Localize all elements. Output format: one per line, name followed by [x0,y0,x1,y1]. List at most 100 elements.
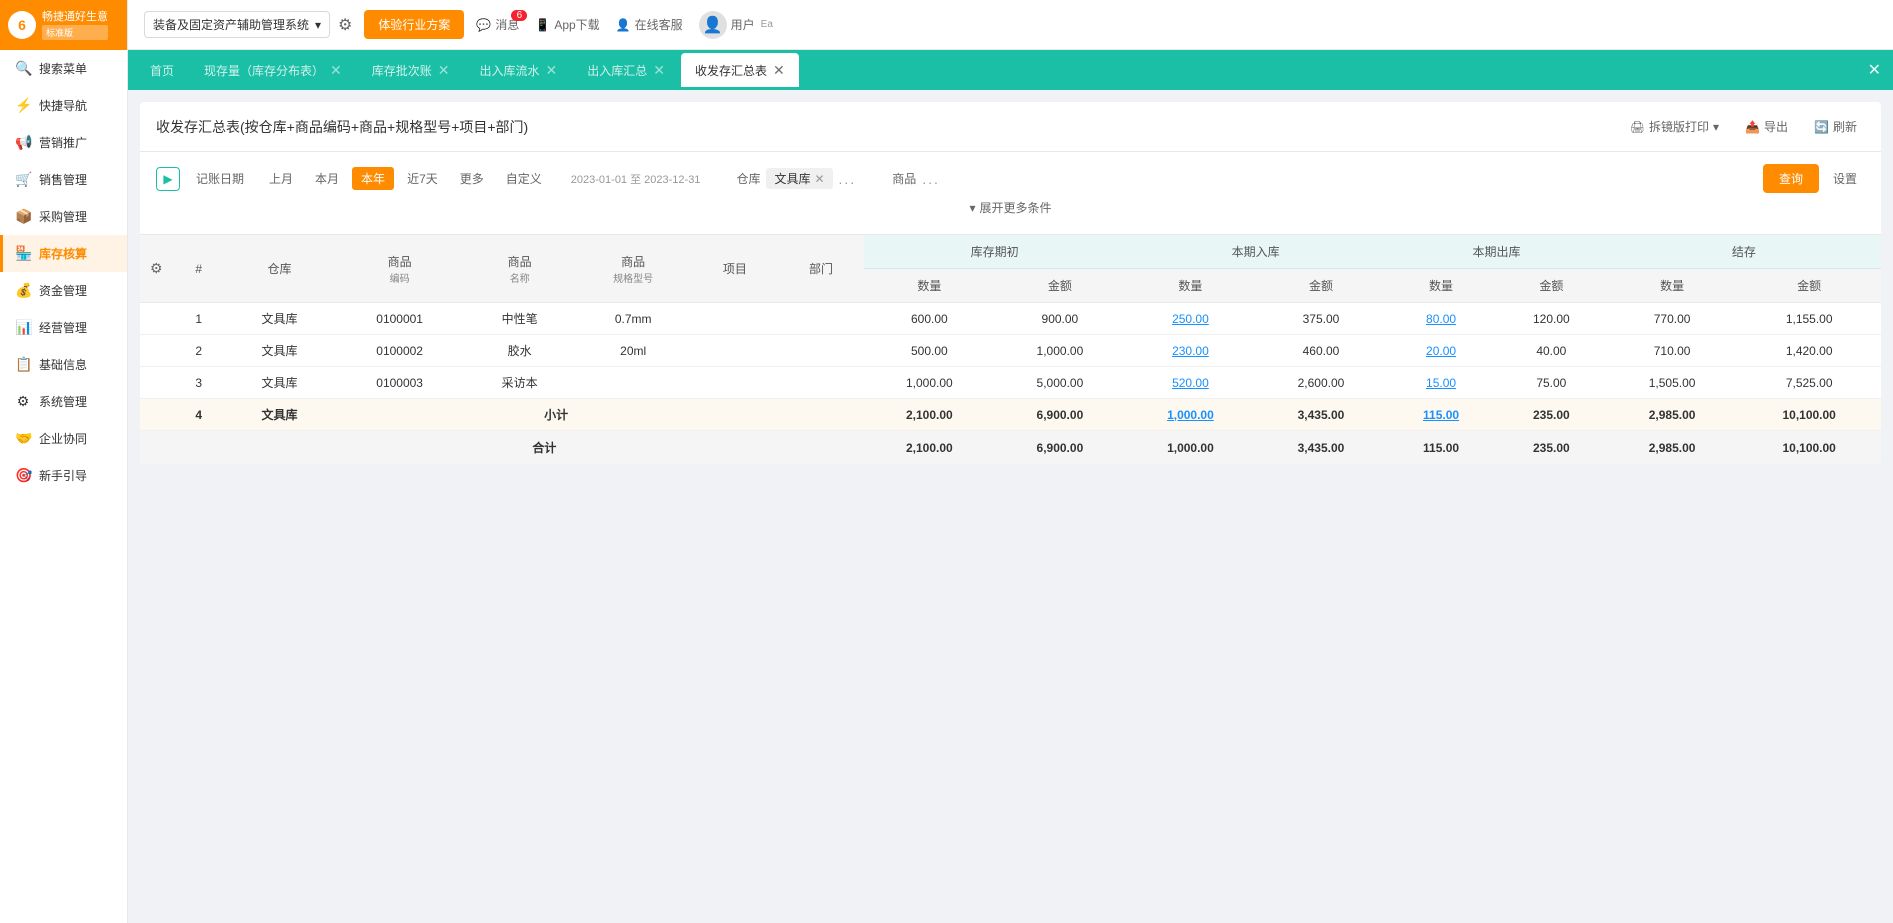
sidebar-item-enterprise[interactable]: 🤝企业协同 [0,420,127,457]
try-solution-button[interactable]: 体验行业方案 [364,10,464,39]
cell-in-qty[interactable]: 520.00 [1125,367,1256,399]
th-warehouse: 仓库 [225,235,335,303]
cell-in-qty[interactable]: 230.00 [1125,335,1256,367]
online-service-item[interactable]: 👤 在线客服 [616,16,683,33]
filter-row-1: ▶ 记账日期 上月 本月 本年 近7天 更多 自定义 2023-01-01 至 … [156,164,1865,193]
subtotal-open-amt: 6,900.00 [995,399,1126,431]
tab-close-stock-dist[interactable]: ✕ [330,63,342,77]
export-button[interactable]: 📤 导出 [1737,114,1796,139]
query-button[interactable]: 查询 [1763,164,1819,193]
cell-open-amt: 900.00 [995,303,1126,335]
online-service-label: 在线客服 [635,16,683,33]
warehouse-more-btn[interactable]: ... [839,171,857,187]
cell-out-amt: 75.00 [1496,367,1607,399]
subtotal-label: 小计 [334,399,778,431]
cell-project [692,303,778,335]
tab-inout-flow[interactable]: 出入库流水✕ [466,53,572,87]
tab-label-home: 首页 [150,62,174,79]
sidebar-item-purchase[interactable]: 📦采购管理 [0,198,127,235]
total-spacer: 合计 [225,431,864,465]
date-btn-last-month[interactable]: 上月 [260,167,302,190]
subtotal-in-qty[interactable]: 1,000.00 [1125,399,1256,431]
sidebar-icon-guide: 🎯 [15,467,31,484]
print-button[interactable]: 🖨 拆镜版打印 ▾ [1622,114,1727,139]
tab-label-recv-send-summary: 收发存汇总表 [695,62,767,79]
goods-filter: 商品 ... [892,170,940,187]
system-selector[interactable]: 装备及固定资产辅助管理系统 ▾ [144,11,330,38]
th-goods-spec: 商品规格型号 [574,235,691,303]
tab-home[interactable]: 首页 [136,53,188,87]
app-download-item[interactable]: 📱 App下载 [535,16,599,33]
sidebar-item-search[interactable]: 🔍搜索菜单 [0,50,127,87]
th-inbound-group: 本期入库 [1125,235,1386,269]
sidebar-icon-quick-nav: ⚡ [15,97,31,114]
sidebar-item-sales[interactable]: 🛒销售管理 [0,161,127,198]
tab-stock-dist[interactable]: 现存量（库存分布表） ✕ [190,53,356,87]
sidebar-label-marketing: 营销推广 [39,134,87,151]
date-btn-custom[interactable]: 自定义 [497,167,551,190]
sidebar-item-guide[interactable]: 🎯新手引导 [0,457,127,494]
cell-goods-spec: 0.7mm [574,303,691,335]
tab-recv-send-summary[interactable]: 收发存汇总表 ✕ [681,53,799,87]
subtotal-dept [778,399,864,431]
sidebar-logo: 6 畅捷通好生意 标准版 [0,0,127,50]
sidebar-item-quick-nav[interactable]: ⚡快捷导航 [0,87,127,124]
warehouse-tag-close[interactable]: ✕ [814,172,824,186]
th-balance-group: 结存 [1607,235,1881,269]
sidebar-label-enterprise: 企业协同 [39,430,87,447]
cell-out-qty[interactable]: 15.00 [1386,367,1496,399]
main-area: 装备及固定资产辅助管理系统 ▾ ⚙ 体验行业方案 💬 消息 6 📱 App下载 … [128,0,1893,923]
filter-toggle-button[interactable]: ▶ [156,167,180,191]
cell-bal-amt: 1,155.00 [1737,303,1881,335]
tab-batch[interactable]: 库存批次账✕ [358,53,464,87]
tab-inout-summary[interactable]: 出入库汇总 ✕ [573,53,679,87]
refresh-button[interactable]: 🔄 刷新 [1806,114,1865,139]
sidebar-icon-inventory: 🏪 [15,245,31,262]
sidebar-icon-operations: 📊 [15,319,31,336]
sidebar: 6 畅捷通好生意 标准版 🔍搜索菜单⚡快捷导航 📢 营销推广 🛒销售管理📦采购管理🏪库… [0,0,128,923]
subtotal-out-qty[interactable]: 115.00 [1386,399,1496,431]
date-btn-this-year[interactable]: 本年 [352,167,394,190]
filter-settings-button[interactable]: 设置 [1825,166,1865,191]
cell-in-qty[interactable]: 250.00 [1125,303,1256,335]
sidebar-item-operations[interactable]: 📊经营管理 [0,309,127,346]
tab-label-inout-summary: 出入库汇总 [587,62,647,79]
cell-out-qty[interactable]: 20.00 [1386,335,1496,367]
tab-label-stock-dist: 现存量（库存分布表） [204,62,324,79]
messages-item[interactable]: 💬 消息 6 [476,16,519,33]
sidebar-item-system[interactable]: ⚙系统管理 [0,383,127,420]
date-btn-more[interactable]: 更多 [451,167,493,190]
tab-close-inout-summary[interactable]: ✕ [653,63,665,77]
sidebar-item-inventory[interactable]: 🏪库存核算 [0,235,127,272]
tab-close-recv-send-summary[interactable]: ✕ [773,63,785,77]
cell-gear [140,367,173,399]
sidebar-item-basic-info[interactable]: 📋基础信息 [0,346,127,383]
date-btn-this-month[interactable]: 本月 [306,167,348,190]
total-bal-amt: 10,100.00 [1737,431,1881,465]
system-name-label: 装备及固定资产辅助管理系统 [153,16,309,33]
close-all-tabs-icon[interactable]: ✕ [1864,56,1885,84]
cell-goods-code: 0100001 [334,303,465,335]
system-name-area: 装备及固定资产辅助管理系统 ▾ ⚙ [144,11,352,38]
goods-more-btn[interactable]: ... [922,171,940,187]
sidebar-item-finance[interactable]: 💰资金管理 [0,272,127,309]
sidebar-icon-marketing: 📢 [15,134,31,151]
user-item[interactable]: 👤 用户 Ea [699,11,773,39]
cell-dept [778,303,864,335]
subtotal-bal-amt: 10,100.00 [1737,399,1881,431]
tab-close-inout-flow[interactable]: ✕ [546,63,558,77]
cell-bal-qty: 770.00 [1607,303,1738,335]
cell-out-qty[interactable]: 80.00 [1386,303,1496,335]
sidebar-icon-finance: 💰 [15,282,31,299]
table-settings-icon[interactable]: ⚙ [150,260,163,276]
logo-text: 畅捷通好生意 标准版 [42,10,108,39]
settings-icon[interactable]: ⚙ [338,15,352,35]
sidebar-item-marketing[interactable]: 📢 营销推广 [0,124,127,161]
expand-conditions-button[interactable]: ▾ 展开更多条件 [969,199,1051,216]
cell-goods-name: 采访本 [465,367,575,399]
cell-in-amt: 2,600.00 [1256,367,1387,399]
date-btn-7days[interactable]: 近7天 [398,167,447,190]
tab-close-batch[interactable]: ✕ [438,63,450,77]
subtotal-no: 4 [173,399,225,431]
sidebar-icon-sales: 🛒 [15,171,31,188]
